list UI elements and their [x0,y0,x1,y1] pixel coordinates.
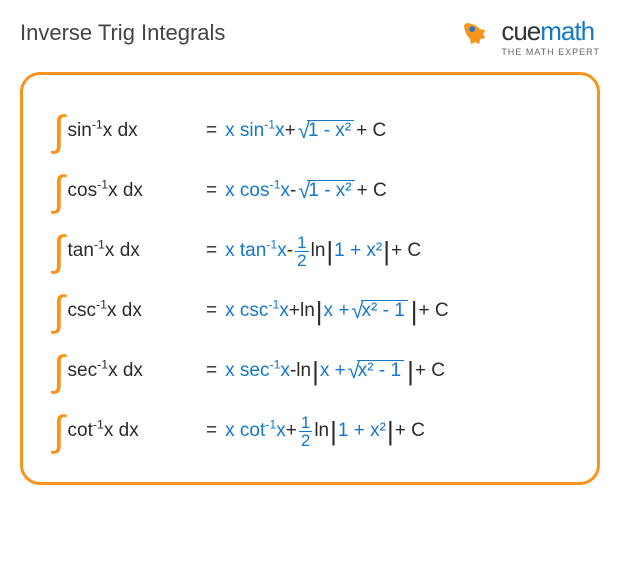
brand-tagline: THE MATH EXPERT [501,47,600,57]
equation-arcsec: ∫ sec-1x dx = x sec-1x - ln |x + √x² - 1… [53,347,567,395]
rocket-icon [452,9,506,63]
integral-icon: ∫ [53,294,65,328]
page-title: Inverse Trig Integrals [20,20,225,46]
integral-icon: ∫ [53,354,65,388]
equation-arccsc: ∫ csc-1x dx = x csc-1x + ln |x + √x² - 1… [53,287,567,335]
integral-icon: ∫ [53,414,65,448]
brand-math: math [540,16,594,46]
header: Inverse Trig Integrals cuemath THE MATH … [20,15,600,57]
equation-arcsin: ∫ sin-1x dx = x sin-1x + √1 - x² + C [53,107,567,155]
equation-arccos: ∫ cos-1x dx = x cos-1x - √1 - x² + C [53,167,567,215]
integral-icon: ∫ [53,114,65,148]
integral-icon: ∫ [53,234,65,268]
formula-box: ∫ sin-1x dx = x sin-1x + √1 - x² + C ∫ c… [20,72,600,485]
integral-icon: ∫ [53,174,65,208]
logo: cuemath THE MATH EXPERT [462,15,600,57]
equation-arctan: ∫ tan-1x dx = x tan-1x - 12 ln |1 + x²| … [53,227,567,275]
brand-block: cuemath THE MATH EXPERT [501,16,600,57]
equation-arccot: ∫ cot-1x dx = x cot-1x + 12 ln |1 + x²| … [53,407,567,455]
brand-name: cuemath [501,16,594,47]
brand-cue: cue [501,16,540,46]
